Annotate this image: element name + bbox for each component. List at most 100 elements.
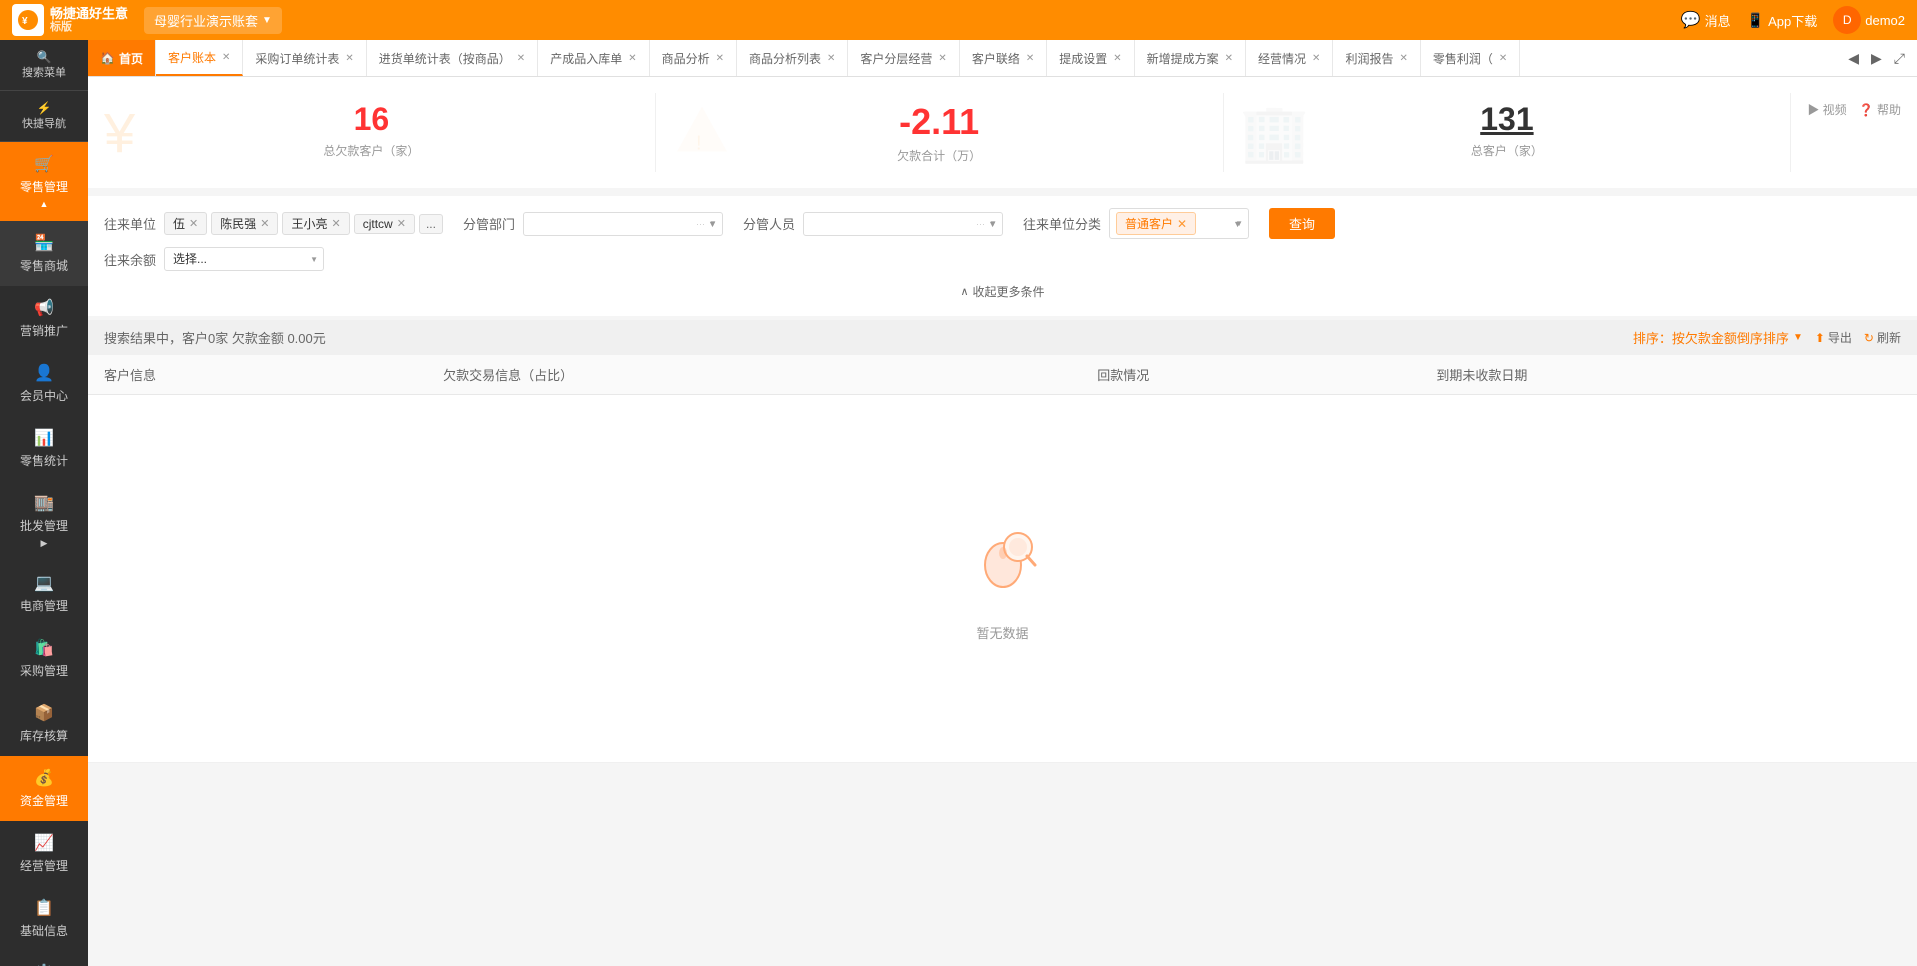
user-menu-btn[interactable]: D demo2: [1833, 6, 1905, 34]
col-customer-info: 客户信息: [88, 355, 427, 395]
export-btn[interactable]: ⬆ 导出: [1815, 329, 1852, 346]
tab-customer-accounts[interactable]: 客户账本 ✕: [156, 40, 243, 76]
filter-more-tags-btn[interactable]: ...: [419, 214, 443, 234]
tab-customer-tier-label: 客户分层经营: [860, 50, 932, 67]
tab-left-btn[interactable]: ◀: [1844, 48, 1863, 69]
collapse-row: ∧ 收起更多条件: [104, 279, 1901, 304]
tab-inbound-stats[interactable]: 进货单统计表（按商品） ✕: [367, 40, 538, 76]
sidebar-item-retail-stats-label: 零售统计: [20, 452, 68, 469]
person-input[interactable]: [803, 212, 1003, 236]
tab-purchase-stats[interactable]: 采购订单统计表 ✕: [243, 40, 366, 76]
tab-close-plan[interactable]: ✕: [1225, 53, 1233, 64]
help-btn[interactable]: ❓ 帮助: [1859, 101, 1901, 118]
tab-home-label: 首页: [119, 50, 143, 67]
sidebar-item-purchase[interactable]: 🛍️ 采购管理: [0, 626, 88, 691]
sidebar-item-retail-mall[interactable]: 🏪 零售商城: [0, 221, 88, 286]
dept-input[interactable]: [523, 212, 723, 236]
tab-close-purchase[interactable]: ✕: [345, 53, 353, 64]
query-button[interactable]: 查询: [1269, 208, 1335, 239]
sidebar-item-retail-mgmt[interactable]: 🛒 零售管理 ▲: [0, 142, 88, 221]
tab-customer-accounts-label: 客户账本: [168, 49, 216, 66]
filter-tag-chen: 陈民强 ✕: [211, 212, 278, 235]
tab-close-cost[interactable]: ✕: [628, 53, 636, 64]
sidebar-item-marketing[interactable]: 📢 营销推广: [0, 286, 88, 351]
quick-nav-icon: ⚡: [37, 101, 52, 115]
tab-new-raise-plan[interactable]: 新增提成方案 ✕: [1135, 40, 1246, 76]
tab-close-analysis-list[interactable]: ✕: [827, 53, 835, 64]
app-name: 畅捷通好生意: [50, 6, 128, 22]
app-logo: ¥ 畅捷通好生意 标版: [12, 4, 128, 36]
tab-close-retail-profit[interactable]: ✕: [1499, 53, 1507, 64]
sidebar-item-ecommerce-label: 电商管理: [20, 597, 68, 614]
sidebar-item-purchase-label: 采购管理: [20, 662, 68, 679]
table-empty-row: 暂无数据: [88, 395, 1917, 763]
sidebar-quick-nav[interactable]: ⚡ 快捷导航: [0, 91, 88, 142]
tab-profit-report[interactable]: 利润报告 ✕: [1333, 40, 1420, 76]
sidebar-item-inventory[interactable]: 📦 库存核算: [0, 691, 88, 756]
tab-close-raise[interactable]: ✕: [1113, 53, 1121, 64]
tab-home[interactable]: 🏠 首页: [88, 40, 156, 76]
filter-tag-wang-close[interactable]: ✕: [332, 217, 341, 230]
balance-select[interactable]: 选择...: [164, 247, 324, 271]
tab-expand-btn[interactable]: ⤢: [1890, 48, 1909, 69]
sidebar-item-basic-info[interactable]: 📋 基础信息: [0, 886, 88, 951]
sidebar-item-system[interactable]: ⚙️ 系统管理: [0, 951, 88, 966]
tab-raise-settings[interactable]: 提成设置 ✕: [1047, 40, 1134, 76]
sidebar-item-wholesale-mgmt[interactable]: 🏬 批发管理 ▶: [0, 481, 88, 561]
tab-close-profit[interactable]: ✕: [1399, 53, 1407, 64]
tab-close-customer-accounts[interactable]: ✕: [222, 52, 230, 63]
tab-right-btn[interactable]: ▶: [1867, 48, 1886, 69]
customer-type-close[interactable]: ✕: [1177, 217, 1187, 231]
tab-close-ops[interactable]: ✕: [1312, 53, 1320, 64]
svg-text:!: !: [696, 132, 702, 154]
sidebar-item-finance[interactable]: 💰 资金管理: [0, 756, 88, 821]
tab-close-tier[interactable]: ✕: [938, 53, 946, 64]
collapse-label: 收起更多条件: [973, 283, 1045, 300]
message-label: 消息: [1705, 11, 1731, 30]
tab-product-analysis[interactable]: 商品分析 ✕: [650, 40, 737, 76]
help-label: 帮助: [1877, 103, 1901, 117]
unit-filter-label: 往来单位: [104, 214, 156, 233]
logo-icon: ¥: [12, 4, 44, 36]
table-header: 客户信息 欠款交易信息（占比） 回款情况 到期未收款日期: [88, 355, 1917, 395]
app-version: 标版: [50, 21, 128, 34]
export-label: 导出: [1828, 329, 1852, 346]
filter-tag-cjttcw-close[interactable]: ✕: [397, 217, 406, 230]
col-repayment: 回款情况: [1081, 355, 1420, 395]
person-clear-icon[interactable]: ···: [976, 219, 985, 229]
video-help-btn[interactable]: ▶ 视频: [1807, 101, 1846, 118]
tab-cost-inbound-label: 产成品入库单: [550, 50, 622, 67]
sidebar-item-ops-mgmt[interactable]: 📈 经营管理: [0, 821, 88, 886]
workspace-selector[interactable]: 母婴行业演示账套 ▼: [144, 7, 282, 34]
dept-clear-icon[interactable]: ···: [696, 219, 705, 229]
finance-icon: 💰: [34, 768, 54, 788]
tab-customer-tier[interactable]: 客户分层经营 ✕: [848, 40, 959, 76]
tab-product-analysis-list[interactable]: 商品分析列表 ✕: [737, 40, 848, 76]
sidebar-item-ecommerce[interactable]: 💻 电商管理: [0, 561, 88, 626]
collapse-btn[interactable]: ∧ 收起更多条件: [948, 279, 1056, 304]
ops-mgmt-icon: 📈: [34, 833, 54, 853]
tab-customer-contact[interactable]: 客户联络 ✕: [960, 40, 1047, 76]
tab-cost-inbound[interactable]: 产成品入库单 ✕: [538, 40, 649, 76]
sidebar-item-member-center[interactable]: 👤 会员中心: [0, 351, 88, 416]
sidebar-search[interactable]: 🔍 搜索菜单: [0, 40, 88, 91]
sort-direction-icon[interactable]: ▼: [1793, 332, 1803, 343]
tab-profit-report-label: 利润报告: [1345, 50, 1393, 67]
tab-ops-status[interactable]: 经营情况 ✕: [1246, 40, 1333, 76]
tab-close-contact[interactable]: ✕: [1026, 53, 1034, 64]
empty-state: 暂无数据: [88, 455, 1917, 702]
tab-inbound-stats-label: 进货单统计表（按商品）: [379, 50, 511, 67]
tab-close-inbound[interactable]: ✕: [517, 53, 525, 64]
app-download-btn[interactable]: 📱 App下载: [1747, 11, 1818, 30]
purchase-icon: 🛍️: [34, 638, 54, 658]
refresh-btn[interactable]: ↻ 刷新: [1864, 329, 1901, 346]
tab-close-analysis[interactable]: ✕: [716, 53, 724, 64]
filter-tag-chen-close[interactable]: ✕: [260, 217, 269, 230]
sidebar-item-retail-mall-label: 零售商城: [20, 257, 68, 274]
col-due-date: 到期未收款日期: [1420, 355, 1917, 395]
expand-icon: ▶: [41, 538, 48, 549]
sidebar-item-retail-stats[interactable]: 📊 零售统计: [0, 416, 88, 481]
tab-retail-profit[interactable]: 零售利润（ ✕: [1421, 40, 1520, 76]
filter-tag-wu-close[interactable]: ✕: [189, 217, 198, 230]
message-btn[interactable]: 💬 消息: [1681, 10, 1731, 30]
